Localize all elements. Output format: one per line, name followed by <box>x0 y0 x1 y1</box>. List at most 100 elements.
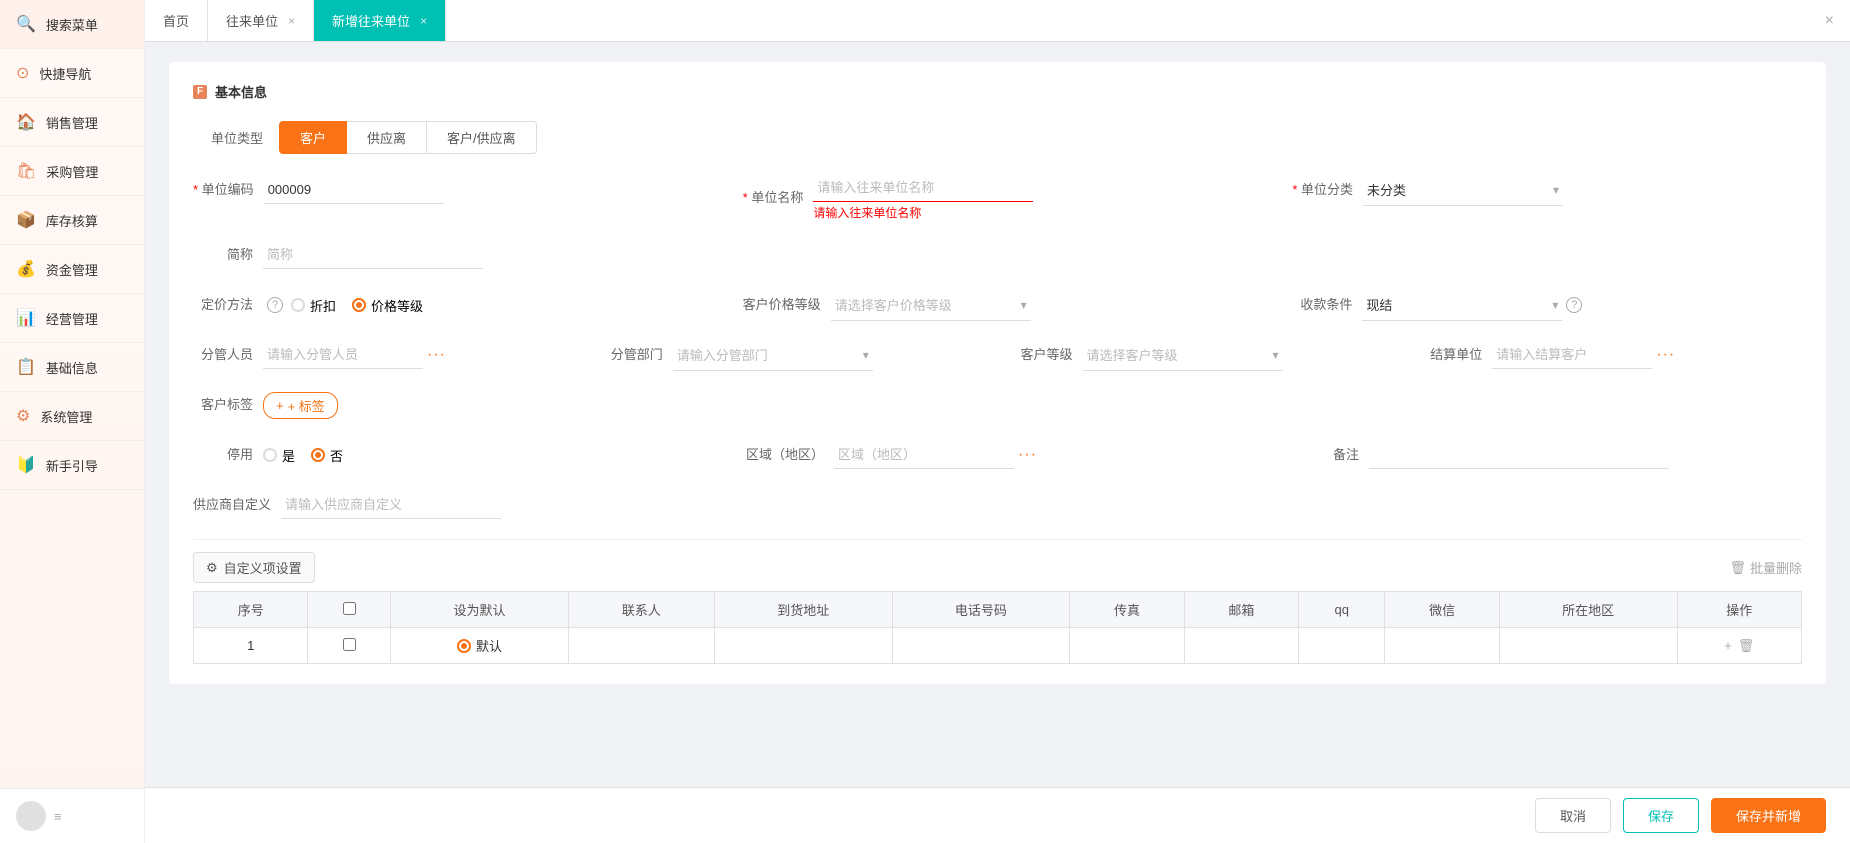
tag-add-button[interactable]: + + 标签 <box>263 392 338 419</box>
settlement-label: 结算单位 <box>1422 339 1492 371</box>
manager-more-icon[interactable]: ··· <box>423 346 450 364</box>
sidebar-label-sales: 销售管理 <box>46 113 98 132</box>
tag-add-icon: + <box>276 398 284 413</box>
tab-close-all[interactable]: × <box>1809 0 1850 41</box>
pricing-level-radio[interactable]: 价格等级 <box>352 296 423 315</box>
row-default-radio[interactable]: 默认 <box>401 636 558 655</box>
form-group-remark: 备注 <box>1299 439 1802 471</box>
settlement-input[interactable] <box>1492 341 1652 369</box>
row-add-btn[interactable]: + <box>1724 638 1732 654</box>
sidebar-label-basic: 基础信息 <box>46 358 98 377</box>
sidebar-item-guide[interactable]: 🔰 新手引导 <box>0 441 144 490</box>
page-content: F 基本信息 单位类型 客户 供应离 客户/供应离 单位编码 单位名称 <box>145 42 1850 787</box>
cust-level-label: 客户等级 <box>1013 339 1083 371</box>
tab-home[interactable]: 首页 <box>145 0 208 41</box>
purchase-icon: 🛍 <box>16 161 36 181</box>
row-action-btns: + 🗑 <box>1688 638 1791 654</box>
disable-no-radio[interactable]: 否 <box>311 446 343 465</box>
section-title: F 基本信息 <box>193 82 1802 101</box>
form-row-5: 客户标签 + + 标签 <box>193 389 1802 421</box>
pricing-level-circle <box>352 298 366 312</box>
save-new-button[interactable]: 保存并新增 <box>1711 798 1826 833</box>
region-more-icon[interactable]: ··· <box>1014 446 1041 464</box>
tab-new-partner[interactable]: 新增往来单位 × <box>314 0 446 41</box>
unit-category-select[interactable]: 未分类 ▾ <box>1363 174 1563 206</box>
custom-settings-button[interactable]: ⚙ 自定义项设置 <box>193 552 315 583</box>
sidebar-item-basic[interactable]: 📋 基础信息 <box>0 343 144 392</box>
unit-type-customer[interactable]: 客户 <box>279 121 347 154</box>
sidebar-item-operation[interactable]: 📊 经营管理 <box>0 294 144 343</box>
form-row-3: 定价方法 ? 折扣 价格等级 客户价格等级 <box>193 289 1802 321</box>
unit-name-wrap: 请输入往来单位名称 <box>813 174 1252 221</box>
quicknav-icon: ⊙ <box>16 63 29 83</box>
payment-select[interactable]: 现结 ▾ <box>1362 289 1562 321</box>
form-group-category: 单位分类 未分类 ▾ <box>1292 174 1802 206</box>
unit-code-input[interactable] <box>264 176 444 204</box>
form-row-7: 供应商自定义 <box>193 489 1802 521</box>
divider <box>193 539 1802 540</box>
payment-help-icon[interactable]: ? <box>1566 297 1582 313</box>
sidebar-item-purchase[interactable]: 🛍 采购管理 <box>0 147 144 196</box>
batch-delete-icon: 🗑 <box>1729 560 1746 576</box>
sidebar-label-operation: 经营管理 <box>46 309 98 328</box>
row-address <box>714 628 892 664</box>
operation-icon: 📊 <box>16 308 36 328</box>
unit-name-error: 请输入往来单位名称 <box>813 204 1252 221</box>
form-row-1: 单位编码 单位名称 请输入往来单位名称 单位分类 未分类 ▾ <box>193 174 1802 221</box>
tab-partners[interactable]: 往来单位 × <box>208 0 314 41</box>
sidebar-item-search[interactable]: 🔍 搜索菜单 <box>0 0 144 49</box>
remark-input[interactable] <box>1369 441 1669 469</box>
system-icon: ⚙ <box>16 406 30 426</box>
cancel-button[interactable]: 取消 <box>1535 798 1611 833</box>
unit-type-label: 单位类型 <box>193 128 263 147</box>
manager-input[interactable] <box>263 341 423 369</box>
sidebar-item-inventory[interactable]: 📦 库存核算 <box>0 196 144 245</box>
unit-name-label: 单位名称 <box>743 182 814 214</box>
disable-label: 停用 <box>193 439 263 471</box>
sidebar-item-quicknav[interactable]: ⊙ 快捷导航 <box>0 49 144 98</box>
row-wechat <box>1385 628 1499 664</box>
settlement-more-icon[interactable]: ··· <box>1652 346 1679 364</box>
supplier-custom-input[interactable] <box>281 491 501 519</box>
region-input[interactable] <box>834 441 1014 469</box>
save-button[interactable]: 保存 <box>1623 798 1699 833</box>
unit-category-arrow: ▾ <box>1553 183 1559 197</box>
select-all-checkbox[interactable] <box>343 602 356 615</box>
row-fax <box>1070 628 1184 664</box>
cust-level-select[interactable]: 请选择客户等级 ▾ <box>1083 339 1283 371</box>
sidebar-item-finance[interactable]: 💰 资金管理 <box>0 245 144 294</box>
disable-yes-circle <box>263 448 277 462</box>
dept-select[interactable]: 请输入分管部门 ▾ <box>673 339 873 371</box>
pricing-discount-radio[interactable]: 折扣 <box>291 296 336 315</box>
sidebar-label-purchase: 采购管理 <box>46 162 98 181</box>
tab-partners-label: 往来单位 <box>226 11 278 30</box>
tag-add-label: + 标签 <box>288 396 325 415</box>
tab-new-partner-close[interactable]: × <box>420 14 427 28</box>
form-group-shortname: 简称 <box>193 239 1802 271</box>
unit-type-both[interactable]: 客户/供应离 <box>427 121 537 154</box>
form-row-6: 停用 是 否 区域（地区） <box>193 439 1802 471</box>
sidebar-item-system[interactable]: ⚙ 系统管理 <box>0 392 144 441</box>
form-group-payment: 收款条件 现结 ▾ ? <box>1292 289 1802 321</box>
th-default: 设为默认 <box>391 592 569 628</box>
unit-type-supplier[interactable]: 供应离 <box>347 121 427 154</box>
batch-delete-btn[interactable]: 🗑 批量删除 <box>1729 554 1802 581</box>
cust-price-select[interactable]: 请选择客户价格等级 ▾ <box>831 289 1031 321</box>
search-icon: 🔍 <box>16 14 36 34</box>
unit-code-label: 单位编码 <box>193 174 264 206</box>
user-avatar <box>16 801 46 831</box>
sidebar-label-guide: 新手引导 <box>46 456 98 475</box>
disable-yes-radio[interactable]: 是 <box>263 446 295 465</box>
form-group-region: 区域（地区） ··· <box>746 439 1249 471</box>
payment-label: 收款条件 <box>1292 289 1362 321</box>
short-name-input[interactable] <box>263 241 483 269</box>
row-delete-btn[interactable]: 🗑 <box>1738 638 1755 654</box>
unit-name-input[interactable] <box>813 174 1033 202</box>
sidebar-item-sales[interactable]: 🏠 销售管理 <box>0 98 144 147</box>
form-group-tags: 客户标签 + + 标签 <box>193 389 1802 421</box>
unit-type-row: 单位类型 客户 供应离 客户/供应离 <box>193 121 1802 154</box>
disable-no-label: 否 <box>330 446 343 465</box>
row-checkbox-input[interactable] <box>343 638 356 651</box>
tab-partners-close[interactable]: × <box>288 14 295 28</box>
pricing-help-icon[interactable]: ? <box>267 297 283 313</box>
